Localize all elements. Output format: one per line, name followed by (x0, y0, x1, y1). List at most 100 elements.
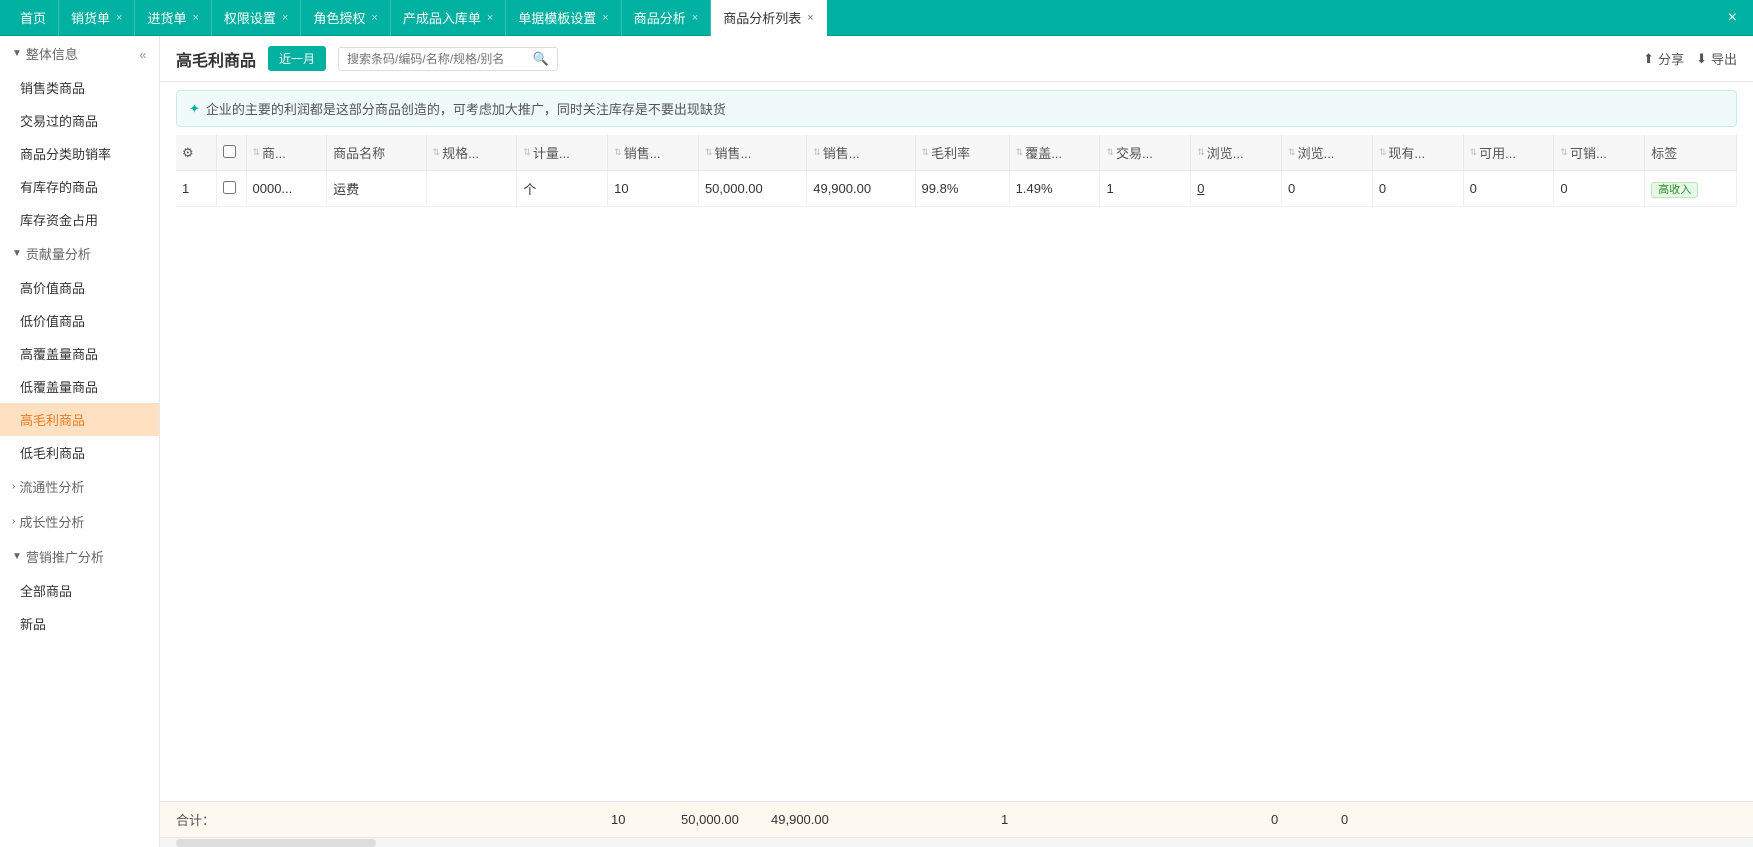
browse1-link[interactable]: 0 (1197, 181, 1204, 196)
cell-saleable: 0 (1554, 171, 1645, 207)
sidebar-item-high-margin[interactable]: 高毛利商品 (0, 403, 159, 436)
sidebar-item-low-coverage[interactable]: 低覆盖量商品 (0, 370, 159, 403)
footer-cells: 10 50,000.00 49,900.00 1 0 0 (235, 812, 1737, 827)
header-actions: ⬆ 分享 ⬇ 导出 (1643, 49, 1737, 68)
col-unit: ⇅ 计量... (517, 135, 608, 171)
bottom-scrollbar[interactable] (160, 837, 1753, 847)
cell-spec (426, 171, 517, 207)
content-area: 高毛利商品 近一月 🔍 ⬆ 分享 ⬇ 导出 ✦ 企业的主要的利润都是这部分商品创… (160, 36, 1753, 847)
sidebar-group-growth: › 成长性分析 (0, 504, 159, 539)
nav-tab-role-label: 角色授权 (313, 8, 365, 27)
sidebar-group-contribution: ▼ 贡献量分析 高价值商品 低价值商品 高覆盖量商品 低覆盖量商品 高毛利商品 … (0, 236, 159, 469)
nav-tab-template-close[interactable]: × (602, 12, 608, 24)
nav-tab-purchase[interactable]: 进货单 × (135, 0, 211, 36)
sidebar-item-high-coverage[interactable]: 高覆盖量商品 (0, 337, 159, 370)
nav-tab-permission[interactable]: 权限设置 × (212, 0, 301, 36)
info-banner: ✦ 企业的主要的利润都是这部分商品创造的，可考虑加大推广，同时关注库存是不要出现… (176, 90, 1737, 127)
sidebar-group-growth-title[interactable]: › 成长性分析 (0, 504, 159, 539)
cell-name: 运费 (327, 171, 426, 207)
row-checkbox[interactable] (223, 181, 236, 194)
export-label: 导出 (1711, 49, 1737, 68)
col-settings[interactable]: ⚙ (176, 135, 216, 171)
sidebar-group-contribution-title[interactable]: ▼ 贡献量分析 (0, 236, 159, 271)
nav-tab-purchase-close[interactable]: × (192, 12, 198, 24)
cell-sale-amt: 50,000.00 (698, 171, 806, 207)
footer-seq (235, 812, 275, 827)
sidebar-collapse-button[interactable]: « (133, 44, 153, 64)
footer-sale-qty: 10 (605, 812, 675, 827)
footer-spec (475, 812, 545, 827)
share-button[interactable]: ⬆ 分享 (1643, 49, 1684, 68)
col-name: 商品名称 (327, 135, 426, 171)
select-all-checkbox[interactable] (223, 145, 236, 158)
nav-tab-template-label: 单据模板设置 (518, 8, 596, 27)
footer-saleable: 0 (1335, 812, 1405, 827)
col-gross-rate: ⇅ 毛利率 (915, 135, 1009, 171)
nav-tab-analysis-list[interactable]: 商品分析列表 × (711, 0, 826, 36)
sidebar-group-marketing-label: 营销推广分析 (26, 547, 104, 566)
col-code: ⇅ 商... (246, 135, 327, 171)
sidebar: « ▼ 整体信息 销售类商品 交易过的商品 商品分类助销率 有库存的商品 库存资… (0, 36, 160, 847)
nav-tab-product-in-label: 产成品入库单 (403, 8, 481, 27)
sidebar-item-low-margin[interactable]: 低毛利商品 (0, 436, 159, 469)
col-sale-qty: ⇅ 销售... (608, 135, 699, 171)
cell-gross-rate: 99.8% (915, 171, 1009, 207)
nav-tab-analysis-list-close[interactable]: × (807, 12, 813, 24)
table-container: ⚙ ⇅ 商... 商品名称 (160, 135, 1753, 801)
share-icon: ⬆ (1643, 51, 1654, 67)
nav-tab-permission-close[interactable]: × (282, 12, 288, 24)
nav-tab-analysis[interactable]: 商品分析 × (622, 0, 711, 36)
tag-badge: 高收入 (1651, 182, 1698, 198)
nav-tab-permission-label: 权限设置 (224, 8, 276, 27)
nav-tab-home[interactable]: 首页 (8, 0, 59, 36)
col-current: ⇅ 现有... (1372, 135, 1463, 171)
sidebar-item-low-value[interactable]: 低价值商品 (0, 304, 159, 337)
sidebar-item-high-value[interactable]: 高价值商品 (0, 271, 159, 304)
sidebar-item-new-goods[interactable]: 新品 (0, 607, 159, 640)
sidebar-item-sales-goods[interactable]: 销售类商品 (0, 71, 159, 104)
cell-available: 0 (1463, 171, 1554, 207)
cell-browse1: 0 (1191, 171, 1282, 207)
nav-tab-sales[interactable]: 销货单 × (59, 0, 135, 36)
cell-sale-profit: 49,900.00 (807, 171, 915, 207)
nav-tab-template[interactable]: 单据模板设置 × (506, 0, 621, 36)
table-header-row: ⚙ ⇅ 商... 商品名称 (176, 135, 1737, 171)
nav-tab-purchase-label: 进货单 (147, 8, 186, 27)
footer-sale-profit: 49,900.00 (765, 812, 855, 827)
sidebar-group-circulation-title[interactable]: › 流通性分析 (0, 469, 159, 504)
nav-tab-role-close[interactable]: × (371, 12, 377, 24)
search-box: 🔍 (338, 47, 558, 71)
period-button[interactable]: 近一月 (268, 46, 326, 71)
search-input[interactable] (347, 52, 529, 66)
sidebar-item-in-stock[interactable]: 有库存的商品 (0, 170, 159, 203)
export-icon: ⬇ (1696, 51, 1707, 67)
search-icon[interactable]: 🔍 (533, 51, 549, 67)
nav-tab-analysis-label: 商品分析 (634, 8, 686, 27)
sort-sale-profit-icon[interactable]: ⇅ (813, 147, 821, 158)
collapse-icon: « (139, 47, 146, 62)
sidebar-item-all-goods[interactable]: 全部商品 (0, 574, 159, 607)
nav-tab-role[interactable]: 角色授权 × (301, 0, 390, 36)
sidebar-item-traded-goods[interactable]: 交易过的商品 (0, 104, 159, 137)
nav-tab-product-in[interactable]: 产成品入库单 × (391, 0, 506, 36)
nav-tab-analysis-close[interactable]: × (692, 12, 698, 24)
page-title: 高毛利商品 (176, 47, 256, 71)
footer-browse2 (1125, 812, 1195, 827)
sidebar-item-stock-capital[interactable]: 库存资金占用 (0, 203, 159, 236)
footer-unit (545, 812, 605, 827)
nav-tab-home-label: 首页 (20, 8, 46, 27)
content-header: 高毛利商品 近一月 🔍 ⬆ 分享 ⬇ 导出 (160, 36, 1753, 82)
cell-checkbox (216, 171, 246, 207)
export-button[interactable]: ⬇ 导出 (1696, 49, 1737, 68)
footer-code (305, 812, 375, 827)
cell-sale-qty: 10 (608, 171, 699, 207)
close-all-button[interactable]: × (1720, 9, 1745, 27)
nav-tab-product-in-close[interactable]: × (487, 12, 493, 24)
footer-cb (275, 812, 305, 827)
nav-tab-sales-label: 销货单 (71, 8, 110, 27)
sidebar-group-marketing-title[interactable]: ▼ 营销推广分析 (0, 539, 159, 574)
nav-tab-sales-close[interactable]: × (116, 12, 122, 24)
sidebar-group-circulation: › 流通性分析 (0, 469, 159, 504)
sidebar-item-category-rate[interactable]: 商品分类助销率 (0, 137, 159, 170)
share-label: 分享 (1658, 49, 1684, 68)
